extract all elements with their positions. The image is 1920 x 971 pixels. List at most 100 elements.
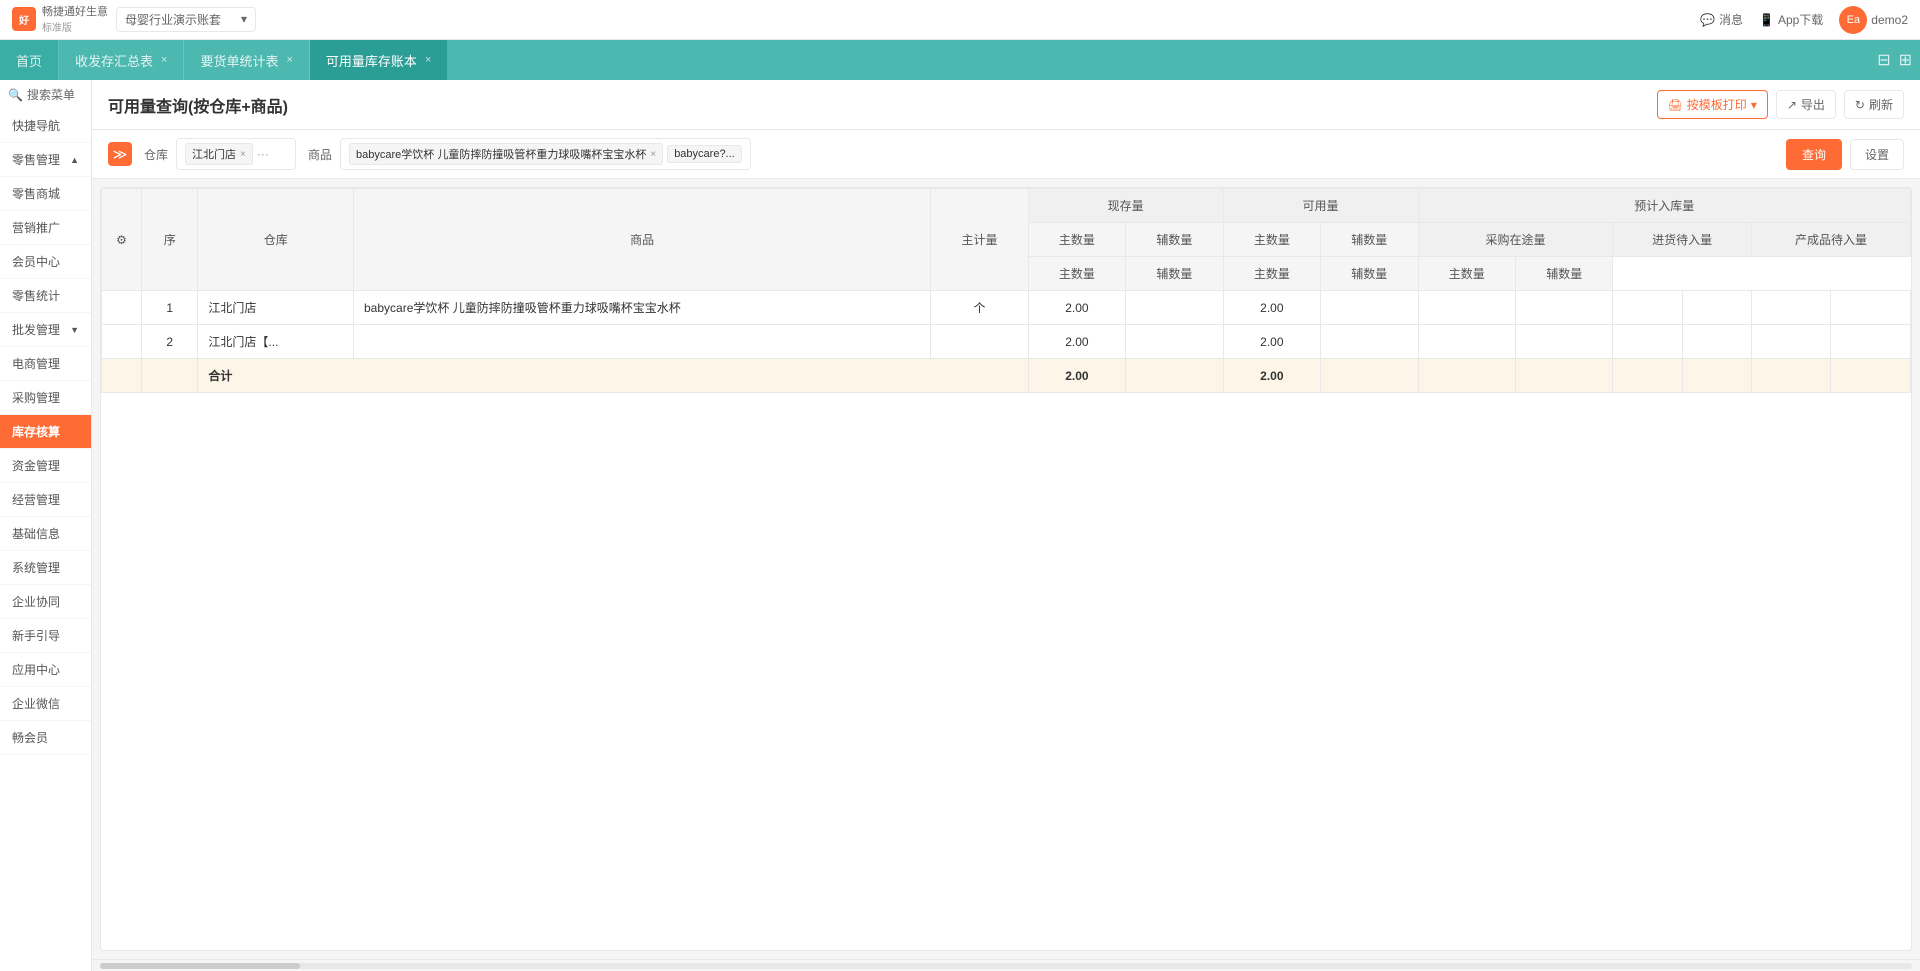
sidebar-item-business-mgmt[interactable]: 经营管理: [0, 483, 91, 517]
sidebar-item-member-center[interactable]: 会员中心: [0, 245, 91, 279]
col-pur-transit-aux: 辅数量: [1126, 257, 1223, 291]
warehouse-filter: 仓库 江北门店 × ···: [144, 138, 296, 170]
marketing-label: 营销推广: [12, 219, 60, 236]
col-incoming-group: 进货待入量: [1613, 223, 1751, 257]
warehouse-filter-value[interactable]: 江北门店 × ···: [176, 138, 296, 170]
product-tag-1-remove[interactable]: ×: [650, 149, 656, 160]
sidebar-item-purchase-mgmt[interactable]: 采购管理: [0, 381, 91, 415]
message-button[interactable]: 💬 消息: [1700, 11, 1743, 28]
search-menu[interactable]: 🔍 搜索菜单: [0, 80, 91, 109]
tab-receivable-summary[interactable]: 收发存汇总表 ×: [59, 40, 184, 80]
cell-pur-transit-aux: [1515, 325, 1612, 359]
col-gear[interactable]: ⚙: [102, 189, 142, 291]
export-button[interactable]: ↗ 导出: [1776, 90, 1836, 119]
tab-order-close[interactable]: ×: [286, 54, 292, 66]
wholesale-mgmt-label: 批发管理: [12, 321, 60, 338]
app-center-label: 应用中心: [12, 661, 60, 678]
warehouse-filter-label: 仓库: [144, 146, 168, 163]
export-icon: ↗: [1787, 98, 1797, 112]
tab-receivable-close[interactable]: ×: [161, 54, 167, 66]
scrollbar-track[interactable]: [100, 963, 1912, 969]
sidebar-item-finance[interactable]: 资金管理: [0, 449, 91, 483]
industry-selector[interactable]: 母婴行业演示账套 ▾: [116, 7, 256, 32]
cell-incoming-main: [1613, 291, 1682, 325]
sidebar-item-vip-member[interactable]: 畅会员: [0, 721, 91, 755]
sidebar-item-new-guide[interactable]: 新手引导: [0, 619, 91, 653]
cell-current-aux: [1126, 325, 1223, 359]
col-avail-main: 主数量: [1223, 223, 1320, 257]
tab-available-close[interactable]: ×: [425, 54, 431, 66]
tab-available-stock[interactable]: 可用量库存账本 ×: [310, 40, 448, 80]
tab-order-stats[interactable]: 要货单统计表 ×: [184, 40, 309, 80]
cell-warehouse: 江北门店【...: [198, 325, 354, 359]
industry-label: 母婴行业演示账套: [125, 11, 221, 28]
table-area: ⚙ 序 仓库 商品 主计量 现存量 可用量 预计入库量 主数量 辅数量 主数量 …: [100, 187, 1912, 951]
cell-gear: [102, 291, 142, 325]
cell-unit: 个: [931, 291, 1028, 325]
tab-order-label: 要货单统计表: [200, 51, 278, 70]
print-button[interactable]: 🖨 按模板打印 ▾: [1657, 90, 1768, 119]
sidebar-item-retail-mall[interactable]: 零售商城: [0, 177, 91, 211]
product-filter-label: 商品: [308, 146, 332, 163]
refresh-label: 刷新: [1869, 96, 1893, 113]
product-filter: 商品 babycare学饮杯 儿童防摔防撞吸管杯重力球吸嘴杯宝宝水杯 × bab…: [308, 138, 751, 170]
total-incoming-aux: [1682, 359, 1751, 393]
product-filter-value[interactable]: babycare学饮杯 儿童防摔防撞吸管杯重力球吸嘴杯宝宝水杯 × babyca…: [340, 138, 751, 170]
sidebar-item-retail-stats[interactable]: 零售统计: [0, 279, 91, 313]
warehouse-filter-dots[interactable]: ···: [257, 147, 269, 161]
sidebar-item-enterprise-collab[interactable]: 企业协同: [0, 585, 91, 619]
purchase-mgmt-label: 采购管理: [12, 389, 60, 406]
data-table: ⚙ 序 仓库 商品 主计量 现存量 可用量 预计入库量 主数量 辅数量 主数量 …: [101, 188, 1911, 393]
inventory-label: 库存核算: [12, 423, 60, 440]
sidebar-item-marketing[interactable]: 营销推广: [0, 211, 91, 245]
main-layout: 🔍 搜索菜单 快捷导航 零售管理 零售商城 营销推广 会员中心 零售统计 批发管…: [0, 80, 1920, 971]
sidebar-item-app-center[interactable]: 应用中心: [0, 653, 91, 687]
app-download-button[interactable]: 📱 App下载: [1759, 11, 1823, 28]
user-profile[interactable]: Ea demo2: [1839, 6, 1908, 34]
nav-tabs: 首页 收发存汇总表 × 要货单统计表 × 可用量库存账本 × ⊟ ⊞: [0, 40, 1920, 80]
sidebar-item-inventory[interactable]: 库存核算: [0, 415, 91, 449]
total-no: [142, 359, 198, 393]
tab-receivable-label: 收发存汇总表: [75, 51, 153, 70]
col-product: 商品: [354, 189, 931, 291]
sidebar-item-retail-mgmt[interactable]: 零售管理: [0, 143, 91, 177]
enterprise-collab-label: 企业协同: [12, 593, 60, 610]
total-label: 合计: [198, 359, 1028, 393]
cell-current-aux: [1126, 291, 1223, 325]
total-current-main: 2.00: [1028, 359, 1125, 393]
cell-avail-aux: [1321, 291, 1418, 325]
sidebar-item-wholesale-mgmt[interactable]: 批发管理: [0, 313, 91, 347]
content-area: 可用量查询(按仓库+商品) 🖨 按模板打印 ▾ ↗ 导出 ↻ 刷新 ≫: [92, 80, 1920, 971]
filter-bar: ≫ 仓库 江北门店 × ··· 商品 babycare学饮杯 儿童防摔防撞吸管杯…: [92, 130, 1920, 179]
cell-gear: [102, 325, 142, 359]
scrollbar-thumb[interactable]: [100, 963, 300, 969]
col-incoming-main: 主数量: [1223, 257, 1320, 291]
tab-home[interactable]: 首页: [0, 40, 59, 80]
settings-button[interactable]: 设置: [1850, 139, 1904, 170]
col-incoming-aux: 辅数量: [1321, 257, 1418, 291]
cell-incoming-aux: [1682, 291, 1751, 325]
page-title: 可用量查询(按仓库+商品): [108, 93, 288, 117]
quick-nav-label: 快捷导航: [12, 117, 60, 134]
warehouse-tag-remove[interactable]: ×: [240, 149, 246, 160]
query-button[interactable]: 查询: [1786, 139, 1842, 170]
page-header: 可用量查询(按仓库+商品) 🖨 按模板打印 ▾ ↗ 导出 ↻ 刷新: [92, 80, 1920, 130]
sidebar-item-system-mgmt[interactable]: 系统管理: [0, 551, 91, 585]
sidebar-item-enterprise-wechat[interactable]: 企业微信: [0, 687, 91, 721]
sidebar-item-basic-info[interactable]: 基础信息: [0, 517, 91, 551]
tab-home-label: 首页: [16, 51, 42, 70]
cell-prod-aux: [1831, 291, 1911, 325]
filter-expand-button[interactable]: ≫: [108, 142, 132, 166]
sidebar-item-ecommerce[interactable]: 电商管理: [0, 347, 91, 381]
nav-minimize-icon[interactable]: ⊟: [1877, 50, 1890, 70]
col-unit: 主计量: [931, 189, 1028, 291]
top-bar-right: 💬 消息 📱 App下载 Ea demo2: [1700, 6, 1908, 34]
filter-actions: 查询 设置: [1786, 139, 1904, 170]
refresh-button[interactable]: ↻ 刷新: [1844, 90, 1904, 119]
sidebar-item-quick-nav[interactable]: 快捷导航: [0, 109, 91, 143]
top-bar: 好 畅捷通好生意 标准版 母婴行业演示账套 ▾ 💬 消息 📱 App下载 Ea …: [0, 0, 1920, 40]
nav-maximize-icon[interactable]: ⊞: [1899, 50, 1912, 70]
total-prod-main: [1751, 359, 1830, 393]
cell-avail-aux: [1321, 325, 1418, 359]
cell-prod-main: [1751, 325, 1830, 359]
